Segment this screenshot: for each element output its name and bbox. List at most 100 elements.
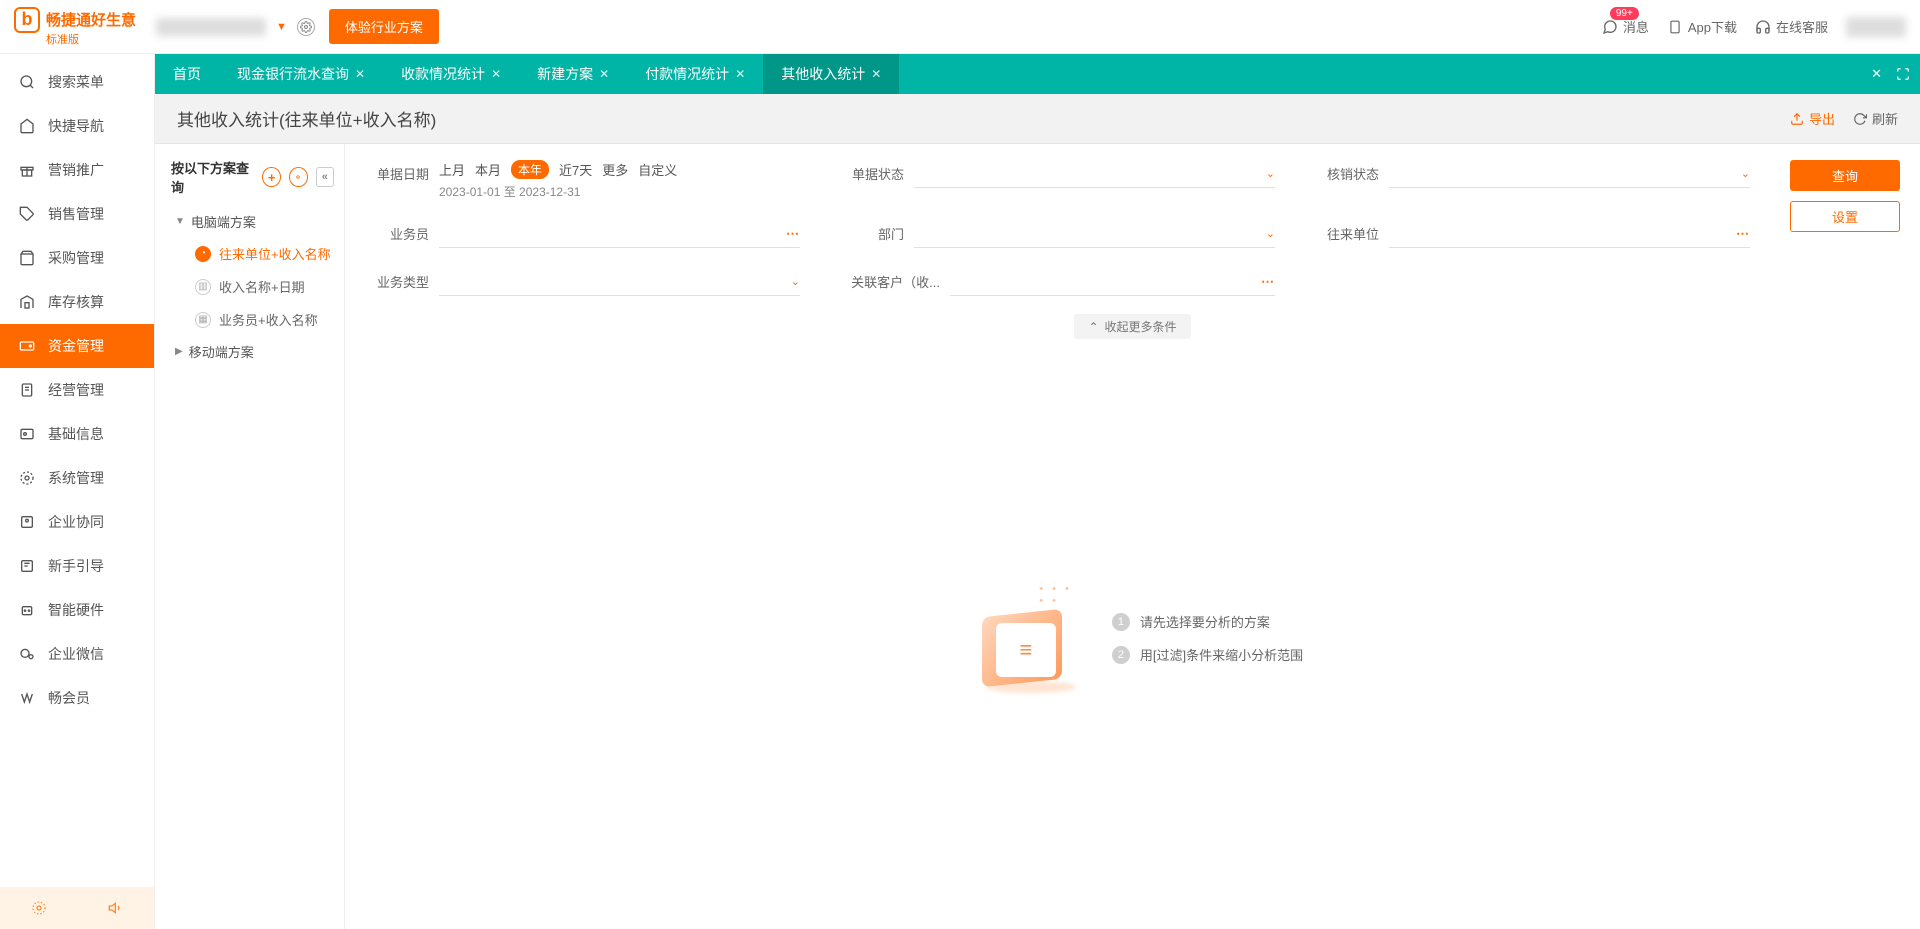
experience-button[interactable]: 体验行业方案: [329, 9, 439, 44]
sidebar-item-member[interactable]: 畅会员: [0, 676, 154, 720]
footer-sound-icon[interactable]: [108, 900, 124, 916]
salesman-select[interactable]: ⋯: [439, 220, 800, 248]
tree-group-mobile[interactable]: ▶ 移动端方案: [171, 336, 334, 367]
department-select[interactable]: ⌄: [914, 220, 1275, 248]
empty-step-2: 2 用[过滤]条件来缩小分析范围: [1112, 645, 1303, 664]
topbar: b 畅捷通好生意 标准版 ▼ 体验行业方案 99+ 消息 App下载: [0, 0, 1920, 54]
date-opt-thisyear[interactable]: 本年: [511, 160, 549, 179]
chevron-down-icon: ▼: [276, 21, 287, 33]
collapse-up-icon: ⌃: [1088, 320, 1098, 334]
add-scheme-button[interactable]: +: [262, 167, 281, 187]
scheme-settings-button[interactable]: [289, 167, 308, 187]
gift-icon: [18, 161, 36, 179]
filter-department: 部门 ⌄: [840, 220, 1275, 248]
chevron-down-icon: ⌄: [791, 275, 800, 288]
scheme-panel: 按以下方案查询 + « ▼ 电脑端方案 ◔ 往来单位+收入名称: [155, 144, 345, 929]
ellipsis-icon: ⋯: [1736, 226, 1750, 242]
org-selector[interactable]: ▼: [156, 18, 287, 36]
collapse-filters-button[interactable]: ⌃ 收起更多条件: [1074, 314, 1190, 339]
sidebar-item-system[interactable]: 系统管理: [0, 456, 154, 500]
user-avatar-blurred[interactable]: [1846, 17, 1906, 37]
sidebar-item-guide[interactable]: 新手引导: [0, 544, 154, 588]
query-button[interactable]: 查询: [1790, 160, 1900, 191]
wallet-icon: [18, 337, 36, 355]
ellipsis-icon: ⋯: [1261, 274, 1275, 290]
filter-area: 单据日期 上月 本月 本年 近7天 更多 自定义 20: [345, 144, 1920, 306]
clipboard-icon: [18, 381, 36, 399]
ellipsis-icon: ⋯: [786, 226, 800, 242]
bag-icon: [18, 249, 36, 267]
grid-icon: ▦: [195, 312, 211, 328]
messages-link[interactable]: 99+ 消息: [1602, 17, 1649, 36]
close-icon[interactable]: ✕: [599, 67, 609, 81]
bill-status-select[interactable]: ⌄: [914, 160, 1275, 188]
sidebar-item-marketing[interactable]: 营销推广: [0, 148, 154, 192]
verify-status-select[interactable]: ⌄: [1389, 160, 1750, 188]
app-download-link[interactable]: App下载: [1667, 17, 1737, 36]
sidebar-item-business[interactable]: 经营管理: [0, 368, 154, 412]
team-icon: [18, 513, 36, 531]
collapse-panel-button[interactable]: «: [316, 167, 335, 187]
date-opt-thismonth[interactable]: 本月: [475, 160, 501, 179]
online-service-link[interactable]: 在线客服: [1755, 17, 1828, 36]
scheme-header: 按以下方案查询: [171, 158, 254, 196]
tree-group-desktop[interactable]: ▼ 电脑端方案: [171, 206, 334, 237]
tab-new-scheme[interactable]: 新建方案✕: [519, 54, 627, 94]
footer-gear-icon[interactable]: [31, 900, 47, 916]
sidebar-item-hardware[interactable]: 智能硬件: [0, 588, 154, 632]
close-icon[interactable]: ✕: [871, 67, 881, 81]
close-all-icon[interactable]: ✕: [1871, 66, 1882, 82]
tab-other-income[interactable]: 其他收入统计✕: [763, 54, 899, 94]
page-title: 其他收入统计(往来单位+收入名称): [177, 106, 436, 131]
sidebar-item-collab[interactable]: 企业协同: [0, 500, 154, 544]
filter-biztype: 业务类型 ⌄: [365, 268, 800, 296]
fullscreen-icon[interactable]: [1896, 67, 1910, 81]
caret-right-icon: ▶: [175, 346, 183, 357]
scheme-leaf-income-date[interactable]: ▥ 收入名称+日期: [191, 270, 334, 303]
empty-illustration: • • •• • ≡: [962, 583, 1082, 693]
rel-customer-select[interactable]: ⋯: [950, 268, 1275, 296]
home-icon: [18, 117, 36, 135]
sidebar-item-inventory[interactable]: 库存核算: [0, 280, 154, 324]
headset-icon: [1755, 19, 1771, 35]
tab-payment-stats[interactable]: 付款情况统计✕: [627, 54, 763, 94]
empty-step-1: 1 请先选择要分析的方案: [1112, 612, 1303, 631]
sidebar-item-wecom[interactable]: 企业微信: [0, 632, 154, 676]
sidebar-item-quicknav[interactable]: 快捷导航: [0, 104, 154, 148]
date-opt-lastmonth[interactable]: 上月: [439, 160, 465, 179]
gear-icon[interactable]: [297, 18, 315, 36]
date-opt-7days[interactable]: 近7天: [559, 160, 592, 179]
close-icon[interactable]: ✕: [735, 67, 745, 81]
sidebar-item-sales[interactable]: 销售管理: [0, 192, 154, 236]
close-icon[interactable]: ✕: [355, 67, 365, 81]
filter-rel-customer: 关联客户（收... ⋯: [840, 268, 1275, 296]
settings-icon: [18, 469, 36, 487]
tag-icon: [18, 205, 36, 223]
phone-icon: [1667, 19, 1683, 35]
date-opt-custom[interactable]: 自定义: [638, 160, 677, 179]
refresh-icon: [1853, 112, 1867, 126]
biztype-select[interactable]: ⌄: [439, 268, 800, 296]
chevron-down-icon: ⌄: [1266, 227, 1275, 240]
wecom-icon: [18, 645, 36, 663]
page-header: 其他收入统计(往来单位+收入名称) 导出 刷新: [155, 94, 1920, 144]
robot-icon: [18, 601, 36, 619]
refresh-button[interactable]: 刷新: [1853, 109, 1898, 128]
tab-bar: 首页 现金银行流水查询✕ 收款情况统计✕ 新建方案✕ 付款情况统计✕ 其他收入统…: [155, 54, 1920, 94]
tab-cashflow[interactable]: 现金银行流水查询✕: [219, 54, 383, 94]
scheme-leaf-salesman-income[interactable]: ▦ 业务员+收入名称: [191, 303, 334, 336]
date-opt-more[interactable]: 更多: [602, 160, 628, 179]
sidebar-item-basicinfo[interactable]: 基础信息: [0, 412, 154, 456]
caret-down-icon: ▼: [175, 216, 185, 227]
sidebar-item-funds[interactable]: 资金管理: [0, 324, 154, 368]
sidebar-item-purchase[interactable]: 采购管理: [0, 236, 154, 280]
tab-receipt-stats[interactable]: 收款情况统计✕: [383, 54, 519, 94]
sidebar-item-search[interactable]: 搜索菜单: [0, 60, 154, 104]
scheme-leaf-partner-income[interactable]: ◔ 往来单位+收入名称: [191, 237, 334, 270]
tab-home[interactable]: 首页: [155, 54, 219, 94]
filter-verify-status: 核销状态 ⌄: [1315, 160, 1750, 188]
close-icon[interactable]: ✕: [491, 67, 501, 81]
partner-select[interactable]: ⋯: [1389, 220, 1750, 248]
export-button[interactable]: 导出: [1790, 109, 1835, 128]
settings-button[interactable]: 设置: [1790, 201, 1900, 232]
